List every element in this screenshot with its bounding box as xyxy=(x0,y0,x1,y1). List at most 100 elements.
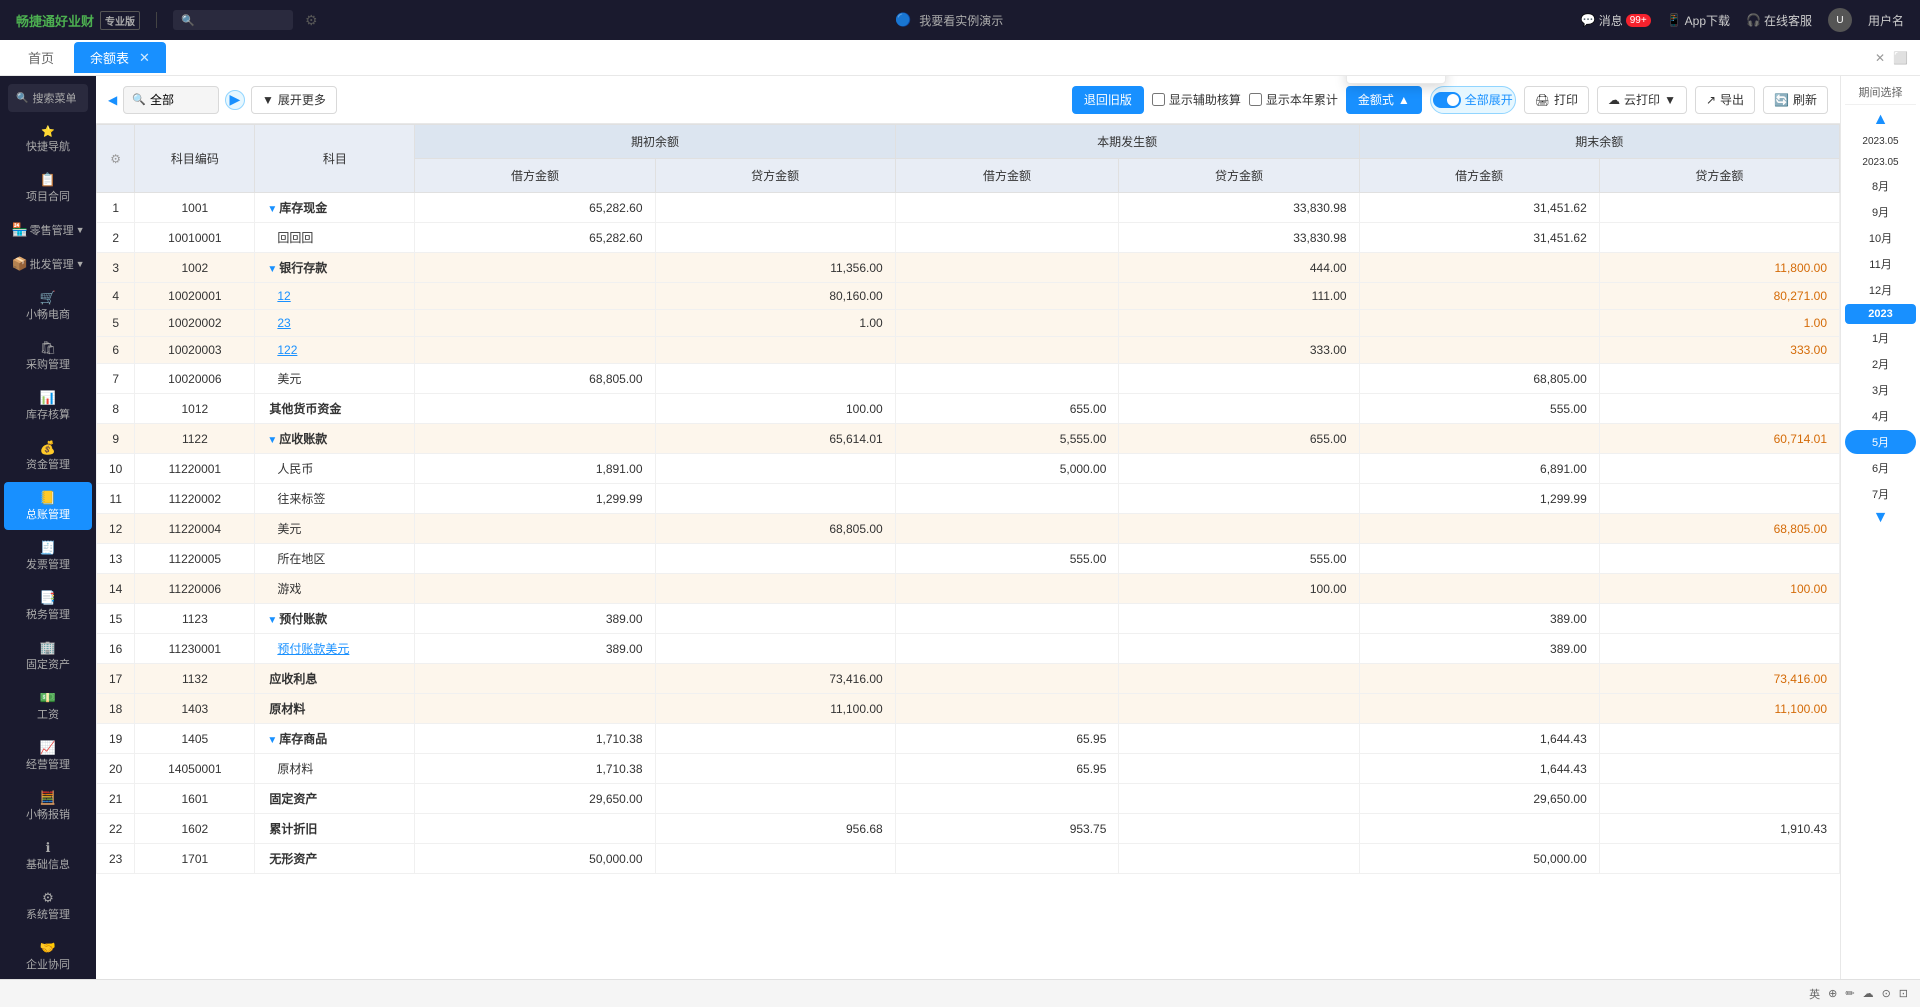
assist-checkbox[interactable] xyxy=(1152,93,1165,106)
sidebar-search[interactable]: 🔍 搜索菜单 xyxy=(8,84,88,112)
status-edit-icon[interactable]: ✏ xyxy=(1845,987,1854,1000)
sidebar-item-wholesale[interactable]: 📦 批发管理 ▼ xyxy=(4,248,92,280)
col-settings[interactable]: ⚙ xyxy=(97,125,135,193)
date-top-2[interactable]: 2023.05 xyxy=(1845,153,1916,172)
expand-icon[interactable]: ▼ xyxy=(267,735,277,746)
sidebar-item-purchase[interactable]: 🛍 采购管理 xyxy=(4,332,92,380)
account-name-link[interactable]: 122 xyxy=(277,343,297,357)
sidebar-item-capital[interactable]: 💰 资金管理 xyxy=(4,432,92,480)
row-index: 1 xyxy=(97,193,135,223)
sidebar-item-basic[interactable]: ℹ 基础信息 xyxy=(4,832,92,880)
print-btn[interactable]: 🖨 打印 xyxy=(1524,86,1589,114)
online-service-btn[interactable]: 🎧 在线客服 xyxy=(1746,12,1812,29)
export-btn[interactable]: ↗ 导出 xyxy=(1695,86,1755,114)
sidebar-item-tax[interactable]: 📑 税务管理 xyxy=(4,582,92,630)
account-name-cell: 无形资产 xyxy=(255,844,415,874)
year-checkbox[interactable] xyxy=(1249,93,1262,106)
date-dec[interactable]: 12月 xyxy=(1845,278,1916,302)
cloud-print-btn[interactable]: ☁ 云打印 ▼ xyxy=(1597,86,1687,114)
fixed-assets-icon: 🏢 xyxy=(8,640,88,656)
date-year-2023[interactable]: 2023 xyxy=(1845,304,1916,324)
nav-next-btn[interactable]: ▶ xyxy=(225,90,245,110)
sidebar-item-ecommerce[interactable]: 🛒 小畅电商 xyxy=(4,282,92,330)
date-nov[interactable]: 11月 xyxy=(1845,252,1916,276)
date-apr[interactable]: 4月 xyxy=(1845,404,1916,428)
expand-icon[interactable]: ▼ xyxy=(267,615,277,626)
tab-close-all-icon[interactable]: ✕ xyxy=(1875,51,1885,65)
demo-link[interactable]: 我要看实例演示 xyxy=(919,12,1003,29)
expand-all-toggle[interactable]: 全部展开 xyxy=(1430,86,1516,114)
date-jan[interactable]: 1月 xyxy=(1845,326,1916,350)
sidebar-item-retail[interactable]: 🏪 零售管理 ▼ xyxy=(4,214,92,246)
settings-icon[interactable]: ⚙ xyxy=(110,152,121,166)
expand-more-btn[interactable]: ▼ 展开更多 xyxy=(251,86,337,114)
num-cell xyxy=(1119,694,1359,724)
row-index: 2 xyxy=(97,223,135,253)
date-may[interactable]: 5月 xyxy=(1845,430,1916,454)
capital-icon: 💰 xyxy=(8,440,88,456)
status-cloud-icon[interactable]: ☁ xyxy=(1863,987,1874,1000)
expand-icon[interactable]: ▼ xyxy=(267,204,277,215)
tab-close-icon[interactable]: ✕ xyxy=(139,50,150,66)
account-name-cell: ▼预付账款 xyxy=(255,604,415,634)
nav-prev-btn[interactable]: ◀ xyxy=(108,93,117,107)
tab-home[interactable]: 首页 xyxy=(12,42,70,73)
num-cell xyxy=(415,514,655,544)
account-name-link[interactable]: 12 xyxy=(277,289,290,303)
account-name-cell: ▼应收账款 xyxy=(255,424,415,454)
sidebar-item-cooperation[interactable]: 🤝 企业协同 xyxy=(4,932,92,979)
sidebar-item-salary[interactable]: 💵 工资 xyxy=(4,682,92,730)
scroll-up-btn[interactable]: ▲ xyxy=(1845,109,1916,131)
num-cell: 100.00 xyxy=(1599,574,1839,604)
date-jun[interactable]: 6月 xyxy=(1845,456,1916,480)
sidebar-item-accounting[interactable]: 📒 总账管理 xyxy=(4,482,92,530)
tab-balance[interactable]: 余额表 ✕ xyxy=(74,42,166,73)
date-feb[interactable]: 2月 xyxy=(1845,352,1916,376)
show-year-check[interactable]: 显示本年累计 xyxy=(1249,91,1338,108)
sidebar-item-operations[interactable]: 📈 经营管理 xyxy=(4,732,92,780)
num-cell xyxy=(1599,634,1839,664)
sidebar-item-invoice[interactable]: 🧾 发票管理 xyxy=(4,532,92,580)
date-sep[interactable]: 9月 xyxy=(1845,200,1916,224)
return-old-btn[interactable]: 退回旧版 xyxy=(1072,86,1144,114)
search-bar-mini[interactable]: 🔍 xyxy=(173,10,293,30)
refresh-btn[interactable]: 🔄 刷新 xyxy=(1763,86,1828,114)
account-name-link[interactable]: 23 xyxy=(277,316,290,330)
expand-icon[interactable]: ▼ xyxy=(267,435,277,446)
show-assist-check[interactable]: 显示辅助核算 xyxy=(1152,91,1241,108)
status-circle-icon[interactable]: ⊙ xyxy=(1882,987,1891,1000)
search-input[interactable] xyxy=(150,93,210,107)
expand-icon[interactable]: ▼ xyxy=(267,264,277,275)
amount-type-btn[interactable]: 金额式 ▲ 金额式 数量金额式 外币金额式 数量外币式 xyxy=(1346,86,1422,114)
sidebar-item-project[interactable]: 📋 项目合同 xyxy=(4,164,92,212)
date-oct[interactable]: 10月 xyxy=(1845,226,1916,250)
settings-icon-top[interactable]: ⚙ xyxy=(305,12,318,29)
num-cell: 33,830.98 xyxy=(1119,193,1359,223)
num-cell xyxy=(655,724,895,754)
tab-expand-icon[interactable]: ⬜ xyxy=(1893,51,1908,65)
table-row: 18 1403 原材料 11,100.00 11,100.00 xyxy=(97,694,1840,724)
sidebar-item-sales[interactable]: 🧮 小畅报销 xyxy=(4,782,92,830)
num-cell xyxy=(1599,604,1839,634)
amount-type-chevron: ▲ xyxy=(1398,93,1410,107)
sidebar-item-nav[interactable]: ⭐ 快捷导航 xyxy=(4,117,92,162)
date-top-1[interactable]: 2023.05 xyxy=(1845,132,1916,151)
table-row: 16 11230001 预付账款美元 389.00 389.00 xyxy=(97,634,1840,664)
status-lang[interactable]: 英 xyxy=(1809,986,1820,1002)
date-jul[interactable]: 7月 xyxy=(1845,482,1916,506)
account-name-link[interactable]: 预付账款美元 xyxy=(277,642,349,656)
message-btn[interactable]: 💬 消息 99+ xyxy=(1581,12,1651,29)
sidebar-item-fixed-assets[interactable]: 🏢 固定资产 xyxy=(4,632,92,680)
date-mar[interactable]: 3月 xyxy=(1845,378,1916,402)
col-period-debit: 借方金额 xyxy=(895,159,1119,193)
app-download-btn[interactable]: 📱 App下载 xyxy=(1667,12,1730,29)
date-aug[interactable]: 8月 xyxy=(1845,174,1916,198)
search-group[interactable]: 🔍 xyxy=(123,86,219,114)
sidebar-item-system[interactable]: ⚙ 系统管理 xyxy=(4,882,92,930)
dropdown-item-qty-foreign[interactable]: 数量外币式 xyxy=(1347,76,1445,83)
user-avatar[interactable]: U xyxy=(1828,8,1852,32)
status-add-icon[interactable]: ⊕ xyxy=(1828,987,1837,1000)
status-square-icon[interactable]: ⊡ xyxy=(1899,987,1908,1000)
sidebar-item-inventory[interactable]: 📊 库存核算 xyxy=(4,382,92,430)
scroll-down-btn[interactable]: ▼ xyxy=(1845,507,1916,529)
